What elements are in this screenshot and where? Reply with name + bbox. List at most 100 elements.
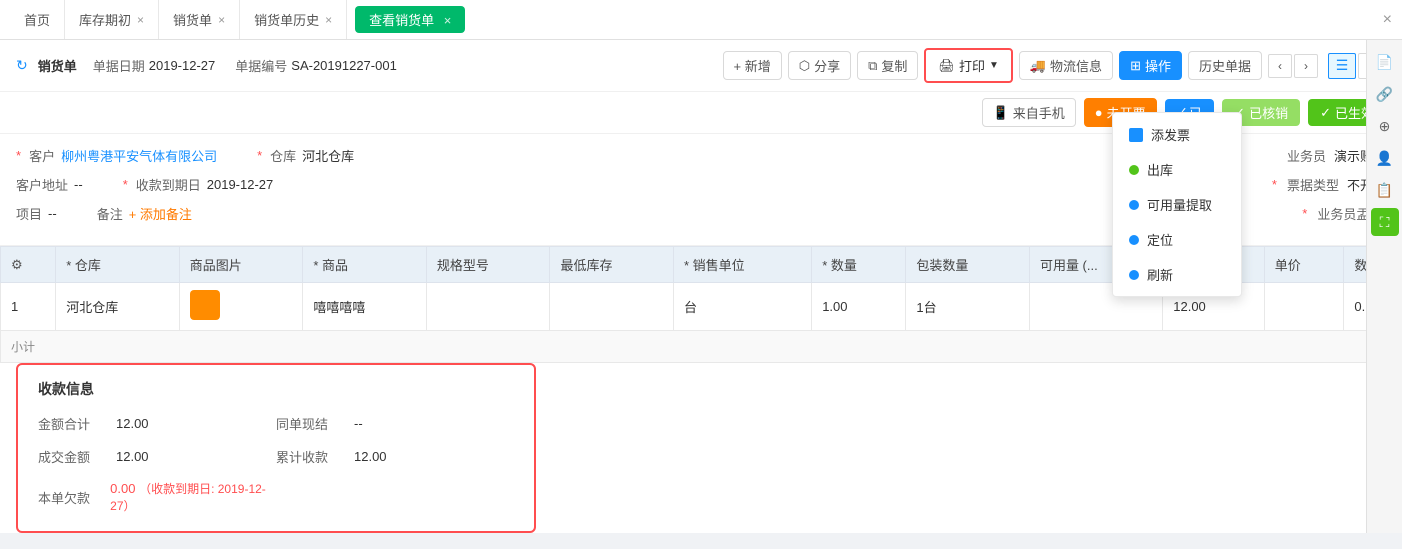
right-sidebar: 📄 🔗 ⊕ 👤 📋 ⛶ bbox=[1366, 40, 1402, 533]
col-spec: 规格型号 bbox=[426, 247, 550, 283]
address-value: -- bbox=[74, 177, 83, 192]
cumulative-receipt-label: 累计收款 bbox=[276, 447, 346, 466]
doc-title-area: ↻ 销货单 单据日期 2019-12-27 单据编号 SA-20191227-0… bbox=[16, 56, 723, 75]
row-product-img bbox=[179, 283, 303, 331]
add-invoice-item[interactable]: 添发票 bbox=[1113, 117, 1241, 152]
list-view-button[interactable]: ☰ bbox=[1328, 53, 1356, 79]
next-button[interactable]: › bbox=[1294, 54, 1318, 78]
col-pack-qty: 包装数量 bbox=[906, 247, 1030, 283]
date-value: 2019-12-27 bbox=[149, 58, 216, 73]
copy-button[interactable]: ⧉ 复制 bbox=[857, 51, 918, 80]
tab-inventory-close[interactable]: × bbox=[137, 13, 144, 27]
transaction-amount-row: 成交金额 12.00 bbox=[38, 444, 276, 469]
tab-sales-history-close[interactable]: × bbox=[325, 13, 332, 27]
refresh-icon bbox=[1129, 270, 1139, 280]
subtotal-row: 小计 bbox=[1, 331, 1402, 363]
col-product: * 商品 bbox=[303, 247, 427, 283]
from-phone-button[interactable]: 📱 来自手机 bbox=[982, 98, 1076, 127]
tab-inventory[interactable]: 库存期初 × bbox=[65, 0, 159, 39]
toolbar: + 新增 ⬡ 分享 ⧉ 复制 🖨 打印 ▼ 🚚 物流信息 ⊞ bbox=[723, 48, 1386, 83]
print-icon: 🖨 bbox=[938, 58, 955, 74]
sidebar-icon-1[interactable]: 📄 bbox=[1371, 48, 1399, 76]
share-icon: ⬡ bbox=[799, 58, 810, 74]
prev-button[interactable]: ‹ bbox=[1268, 54, 1292, 78]
share-button[interactable]: ⬡ 分享 bbox=[788, 51, 851, 80]
warehouse-out-item[interactable]: 出库 bbox=[1113, 152, 1241, 187]
sidebar-icon-expand[interactable]: ⛶ bbox=[1371, 208, 1399, 236]
row-pack-qty: 1台 bbox=[906, 283, 1030, 331]
history-button[interactable]: 历史单据 bbox=[1188, 51, 1262, 80]
total-amount-row: 金额合计 12.00 bbox=[38, 411, 276, 436]
cumulative-receipt-row: 累计收款 12.00 bbox=[276, 444, 514, 469]
row-product: 嘻嘻嘻嘻 bbox=[303, 283, 427, 331]
doc-header: ↻ 销货单 单据日期 2019-12-27 单据编号 SA-20191227-0… bbox=[0, 40, 1402, 92]
available-qty-item[interactable]: 可用量提取 bbox=[1113, 187, 1241, 222]
grid-icon: ⊞ bbox=[1130, 58, 1141, 74]
number-value: SA-20191227-001 bbox=[291, 58, 397, 73]
number-label: 单据编号 bbox=[235, 56, 287, 75]
phone-icon: 📱 bbox=[993, 105, 1009, 121]
date-label: 单据日期 bbox=[93, 56, 145, 75]
operation-dropdown: 添发票 出库 可用量提取 定位 刷新 bbox=[1112, 112, 1242, 297]
refresh-item[interactable]: 刷新 bbox=[1113, 257, 1241, 292]
transaction-amount-value: 12.00 bbox=[116, 449, 149, 464]
sidebar-icon-4[interactable]: 👤 bbox=[1371, 144, 1399, 172]
tab-sales[interactable]: 销货单 × bbox=[159, 0, 240, 39]
payment-title: 收款信息 bbox=[38, 379, 514, 399]
window-close-icon[interactable]: × bbox=[1383, 11, 1392, 29]
locate-item[interactable]: 定位 bbox=[1113, 222, 1241, 257]
row-unit-price bbox=[1264, 283, 1344, 331]
sidebar-icon-2[interactable]: 🔗 bbox=[1371, 80, 1399, 108]
nav-arrows: ‹ › bbox=[1268, 54, 1318, 78]
tab-view-sales-close[interactable]: × bbox=[444, 13, 452, 28]
sidebar-icon-3[interactable]: ⊕ bbox=[1371, 112, 1399, 140]
tab-sales-close[interactable]: × bbox=[218, 13, 225, 27]
row-spec bbox=[426, 283, 550, 331]
current-arrears-label: 本单欠款 bbox=[38, 488, 102, 507]
total-amount-label: 金额合计 bbox=[38, 414, 108, 433]
add-note-button[interactable]: + 添加备注 bbox=[129, 204, 192, 223]
effective-icon: ✓ bbox=[1320, 105, 1331, 121]
tab-view-sales[interactable]: 查看销货单 × bbox=[355, 6, 465, 33]
project-value: -- bbox=[48, 206, 57, 221]
invoice-icon bbox=[1129, 128, 1143, 142]
ticket-icon: ● bbox=[1095, 105, 1103, 120]
customer-value[interactable]: 柳州粤港平安气体有限公司 bbox=[61, 146, 217, 165]
logistics-icon: 🚚 bbox=[1030, 58, 1046, 74]
tab-home[interactable]: 首页 bbox=[10, 0, 65, 39]
current-arrears-row: 本单欠款 0.00 （收款到期日: 2019-12-27） bbox=[38, 477, 276, 517]
settings-icon: ⚙ bbox=[11, 257, 23, 272]
warehouse-out-label: 出库 bbox=[1147, 160, 1173, 179]
row-quantity: 1.00 bbox=[812, 283, 906, 331]
sidebar-icon-5[interactable]: 📋 bbox=[1371, 176, 1399, 204]
print-button[interactable]: 🖨 打印 ▼ bbox=[928, 52, 1008, 79]
warehouse-value: 河北仓库 bbox=[302, 146, 354, 165]
transaction-amount-label: 成交金额 bbox=[38, 447, 108, 466]
available-qty-label: 可用量提取 bbox=[1147, 195, 1212, 214]
doc-type-label: 销货单 bbox=[38, 56, 77, 75]
same-order-value: -- bbox=[354, 416, 363, 431]
same-order-label: 同单现结 bbox=[276, 414, 346, 433]
available-qty-icon bbox=[1129, 200, 1139, 210]
col-settings[interactable]: ⚙ bbox=[1, 247, 56, 283]
main-content: ↻ 销货单 单据日期 2019-12-27 单据编号 SA-20191227-0… bbox=[0, 40, 1402, 533]
locate-label: 定位 bbox=[1147, 230, 1173, 249]
due-date-field: * 收款到期日 2019-12-27 bbox=[123, 175, 274, 194]
tab-sales-history[interactable]: 销货单历史 × bbox=[240, 0, 347, 39]
print-dropdown-arrow: ▼ bbox=[989, 60, 999, 71]
warehouse-out-icon bbox=[1129, 165, 1139, 175]
refresh-label: 刷新 bbox=[1147, 265, 1173, 284]
product-thumbnail bbox=[190, 290, 220, 320]
col-min-stock: 最低库存 bbox=[550, 247, 674, 283]
logistics-button[interactable]: 🚚 物流信息 bbox=[1019, 51, 1113, 80]
total-amount-value: 12.00 bbox=[116, 416, 149, 431]
warehouse-field: * 仓库 河北仓库 bbox=[257, 146, 354, 165]
current-arrears-value: 0.00 （收款到期日: 2019-12-27） bbox=[110, 480, 276, 514]
customer-field: * 客户 柳州粤港平安气体有限公司 bbox=[16, 146, 217, 165]
col-quantity: * 数量 bbox=[812, 247, 906, 283]
doc-meta: 单据日期 2019-12-27 单据编号 SA-20191227-001 bbox=[93, 56, 397, 75]
new-button[interactable]: + 新增 bbox=[723, 51, 782, 80]
doc-icon-label: ↻ 销货单 bbox=[16, 56, 77, 75]
operation-button[interactable]: ⊞ 操作 bbox=[1119, 51, 1182, 80]
due-date-value: 2019-12-27 bbox=[207, 177, 274, 192]
